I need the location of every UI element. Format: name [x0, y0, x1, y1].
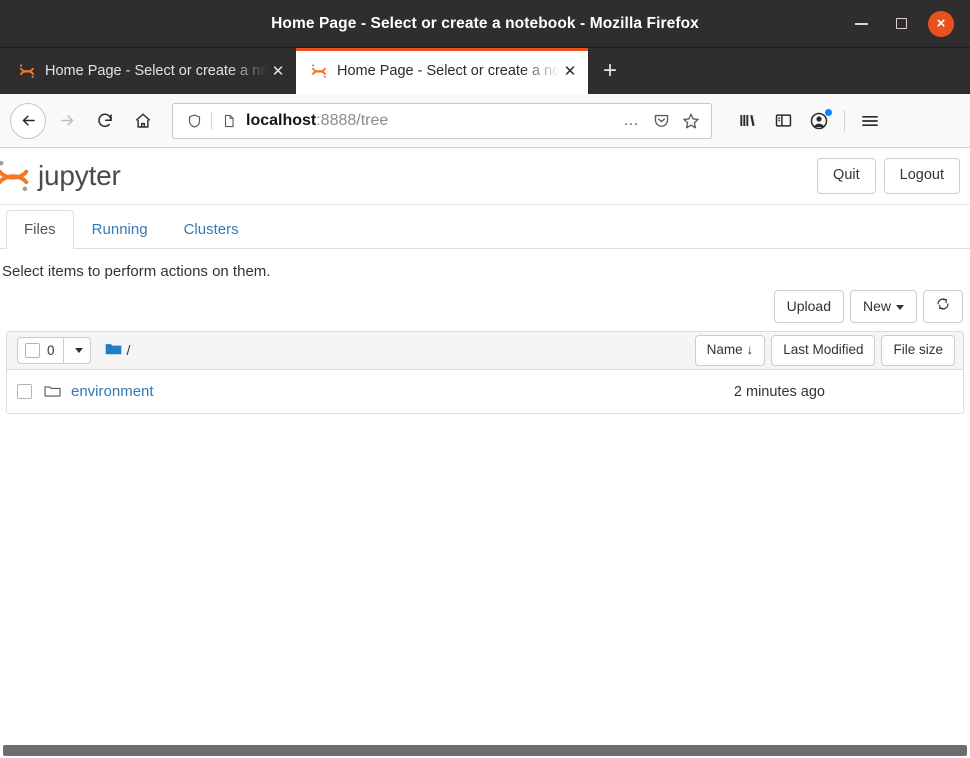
logout-button[interactable]: Logout — [883, 158, 960, 194]
account-icon[interactable] — [802, 104, 836, 138]
browser-toolbar-right — [730, 104, 887, 138]
refresh-button[interactable] — [923, 290, 963, 323]
browser-tab-1-close-icon[interactable]: ✕ — [268, 64, 288, 79]
horizontal-scrollbar-thumb[interactable] — [3, 744, 967, 756]
browser-tab-1-label: Home Page - Select or create a notebook — [45, 63, 268, 79]
tab-running[interactable]: Running — [74, 210, 166, 249]
maximize-icon — [895, 18, 907, 29]
select-all-group: 0 — [17, 336, 91, 364]
toolbar-divider — [844, 109, 845, 132]
page-actions-icon[interactable]: … — [617, 107, 645, 135]
url-bar[interactable]: localhost:8888/tree … — [172, 102, 712, 139]
bookmark-star-icon[interactable] — [677, 107, 705, 135]
jupyter-tab-bar: Files Running Clusters — [0, 205, 970, 249]
shield-icon[interactable] — [183, 110, 205, 132]
close-button[interactable]: × — [928, 10, 954, 37]
jupyter-header: jupyter Quit Logout — [0, 148, 970, 205]
maximize-button[interactable] — [888, 11, 914, 37]
sort-buttons: Name ↓ Last Modified File size — [694, 335, 955, 366]
file-actions-row: Upload New — [6, 280, 963, 331]
file-list-toolbar: 0 / Name ↓ Last Modified File size — [7, 331, 963, 370]
url-divider — [211, 111, 212, 130]
reload-button[interactable] — [88, 104, 122, 138]
chevron-down-icon — [896, 304, 904, 310]
select-all-checkbox[interactable] — [25, 342, 40, 358]
jupyter-logo[interactable]: jupyter — [0, 156, 121, 196]
url-path: :8888/tree — [316, 111, 389, 129]
sort-down-arrow-icon: ↓ — [746, 342, 754, 358]
close-icon: × — [936, 15, 946, 32]
new-tab-button[interactable]: + — [588, 48, 632, 94]
file-last-modified: 2 minutes ago — [733, 383, 825, 400]
back-button[interactable] — [10, 102, 46, 139]
url-text[interactable]: localhost:8888/tree — [240, 112, 617, 130]
row-checkbox[interactable] — [17, 384, 32, 400]
selected-count: 0 — [47, 342, 55, 358]
jupyter-favicon-icon — [310, 62, 328, 80]
home-icon — [135, 113, 151, 128]
sort-by-name-button[interactable]: Name ↓ — [694, 335, 766, 366]
new-dropdown-label: New — [862, 298, 891, 314]
horizontal-scrollbar[interactable] — [0, 742, 970, 758]
breadcrumb: / — [105, 342, 131, 359]
page-icon[interactable] — [218, 110, 240, 132]
breadcrumb-root[interactable]: / — [127, 342, 131, 358]
window-controls: × — [848, 10, 970, 37]
quit-button[interactable]: Quit — [817, 158, 876, 194]
sidebar-icon[interactable] — [766, 104, 800, 138]
sort-name-label: Name — [706, 342, 743, 358]
url-host: localhost — [246, 111, 317, 129]
account-notification-dot — [825, 108, 832, 116]
select-all-box[interactable]: 0 — [17, 336, 64, 364]
select-items-message: Select items to perform actions on them. — [2, 263, 271, 280]
jupyter-logo-text: jupyter — [38, 160, 121, 191]
jupyter-favicon-icon — [18, 62, 36, 80]
select-all-dropdown-button[interactable] — [63, 336, 91, 364]
chevron-down-icon — [75, 347, 84, 353]
table-row[interactable]: environment 2 minutes ago — [7, 369, 963, 413]
home-button[interactable] — [126, 104, 160, 138]
forward-button[interactable] — [50, 104, 84, 138]
new-dropdown-button[interactable]: New — [849, 290, 917, 323]
forward-arrow-icon — [60, 115, 73, 126]
tab-files[interactable]: Files — [6, 210, 74, 249]
folder-outline-icon — [44, 384, 61, 399]
upload-button[interactable]: Upload — [773, 290, 844, 323]
browser-tab-2-label: Home Page - Select or create a notebook — [337, 63, 560, 79]
file-name-link[interactable]: environment — [71, 383, 154, 400]
page-empty-area — [6, 413, 964, 742]
minimize-icon — [854, 22, 868, 25]
sort-by-file-size-button[interactable]: File size — [881, 335, 955, 366]
file-list-panel: 0 / Name ↓ Last Modified File size envir… — [6, 330, 964, 414]
minimize-button[interactable] — [848, 11, 874, 37]
reload-icon — [98, 113, 112, 127]
back-arrow-icon — [22, 115, 35, 126]
browser-tab-2[interactable]: Home Page - Select or create a notebook … — [296, 48, 588, 94]
folder-icon — [105, 342, 122, 359]
browser-tab-1[interactable]: Home Page - Select or create a notebook … — [4, 48, 296, 94]
sort-by-last-modified-button[interactable]: Last Modified — [771, 335, 876, 366]
hamburger-menu-icon[interactable] — [853, 104, 887, 138]
jupyter-logo-icon — [0, 156, 32, 196]
jupyter-body: Select items to perform actions on them.… — [0, 249, 970, 742]
refresh-icon — [937, 298, 949, 310]
window-title: Home Page - Select or create a notebook … — [271, 14, 699, 32]
page-content: jupyter Quit Logout Files Running Cluste… — [0, 148, 970, 758]
library-icon[interactable] — [730, 104, 764, 138]
jupyter-header-buttons: Quit Logout — [817, 158, 960, 194]
browser-tab-2-close-icon[interactable]: ✕ — [560, 64, 580, 79]
window-titlebar: Home Page - Select or create a notebook … — [0, 0, 970, 48]
browser-tabstrip: Home Page - Select or create a notebook … — [0, 48, 970, 94]
firefox-window: Home Page - Select or create a notebook … — [0, 0, 970, 758]
browser-navigation-bar: localhost:8888/tree … — [0, 94, 970, 148]
pocket-icon[interactable] — [647, 107, 675, 135]
url-bar-actions: … — [617, 107, 705, 135]
tab-clusters[interactable]: Clusters — [166, 210, 257, 249]
